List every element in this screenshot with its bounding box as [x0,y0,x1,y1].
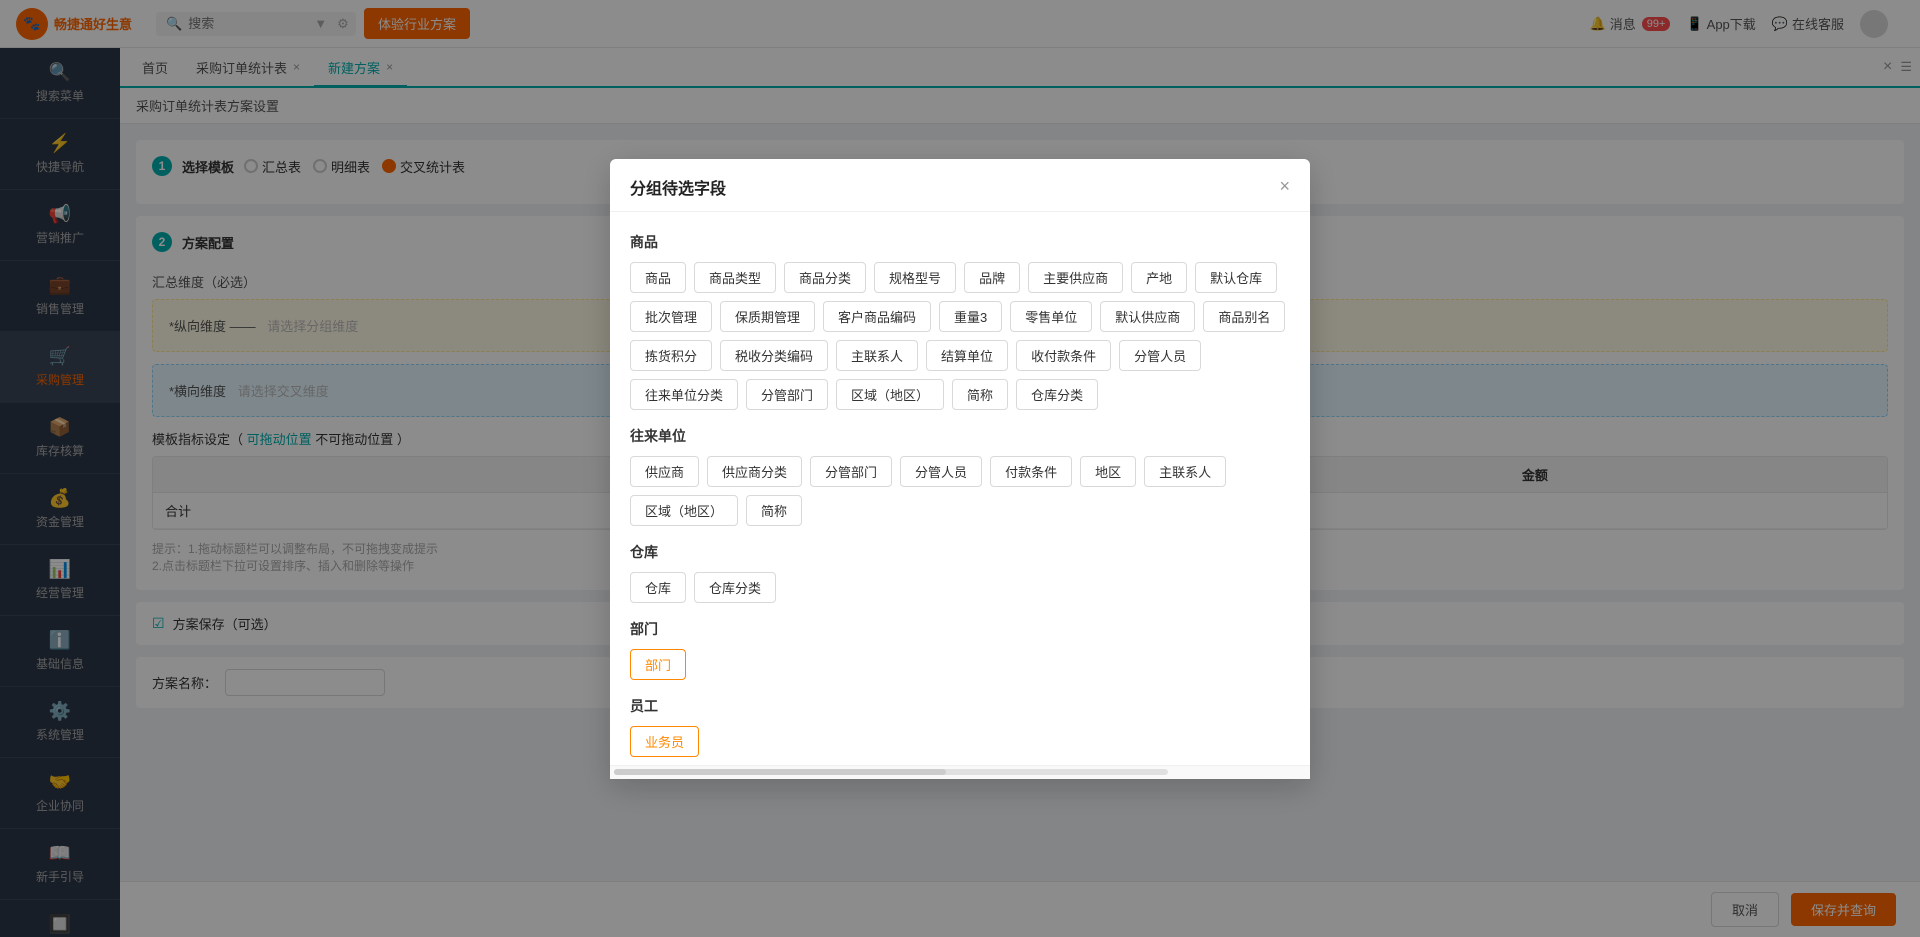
field-unit-category[interactable]: 往来单位分类 [630,379,738,410]
field-warehouse[interactable]: 仓库 [630,572,686,603]
field-main-contact[interactable]: 主联系人 [836,340,918,371]
hscrollbar-track [614,769,1168,775]
field-goods-category[interactable]: 商品分类 [784,262,866,293]
field-pick-score[interactable]: 拣货积分 [630,340,712,371]
warehouse-field-group: 仓库 仓库分类 [630,572,1290,603]
field-dept-manage[interactable]: 分管部门 [746,379,828,410]
section-staff-title: 员工 [630,696,1290,716]
field-brand[interactable]: 品牌 [964,262,1020,293]
field-payment-terms[interactable]: 收付款条件 [1016,340,1111,371]
section-goods-title: 商品 [630,232,1290,252]
field-default-supplier[interactable]: 默认供应商 [1100,301,1195,332]
section-warehouse-title: 仓库 [630,542,1290,562]
field-warehouse-type[interactable]: 仓库分类 [694,572,776,603]
field-payment-condition[interactable]: 付款条件 [990,456,1072,487]
section-partner: 往来单位 供应商 供应商分类 分管部门 分管人员 付款条件 地区 主联系人 区域… [630,426,1290,526]
field-tax-code[interactable]: 税收分类编码 [720,340,828,371]
field-salesperson[interactable]: 业务员 [630,726,699,757]
field-goods-type[interactable]: 商品类型 [694,262,776,293]
field-short-name[interactable]: 简称 [952,379,1008,410]
section-dept-title: 部门 [630,619,1290,639]
field-partner-short[interactable]: 简称 [746,495,802,526]
field-settlement-unit[interactable]: 结算单位 [926,340,1008,371]
hscrollbar-thumb [614,769,946,775]
modal-hscrollbar[interactable] [610,765,1310,778]
modal-header: 分组待选字段 × [610,159,1310,212]
modal-body: 商品 商品 商品类型 商品分类 规格型号 品牌 主要供应商 产地 默认仓库 批次… [610,212,1310,766]
modal: 分组待选字段 × 商品 商品 商品类型 商品分类 规格型号 品牌 主要供应商 产… [610,159,1310,779]
field-department[interactable]: 部门 [630,649,686,680]
field-spec-type[interactable]: 规格型号 [874,262,956,293]
field-weight3[interactable]: 重量3 [939,301,1002,332]
dept-field-group: 部门 [630,649,1290,680]
field-manager[interactable]: 分管人员 [1119,340,1201,371]
field-origin[interactable]: 产地 [1131,262,1187,293]
field-retail-unit[interactable]: 零售单位 [1010,301,1092,332]
modal-title: 分组待选字段 [630,175,726,199]
field-partner-dept[interactable]: 分管部门 [810,456,892,487]
field-region[interactable]: 区域（地区） [836,379,944,410]
field-goods[interactable]: 商品 [630,262,686,293]
field-area[interactable]: 地区 [1080,456,1136,487]
section-goods: 商品 商品 商品类型 商品分类 规格型号 品牌 主要供应商 产地 默认仓库 批次… [630,232,1290,410]
field-partner-manager[interactable]: 分管人员 [900,456,982,487]
section-staff: 员工 业务员 [630,696,1290,757]
goods-field-group: 商品 商品类型 商品分类 规格型号 品牌 主要供应商 产地 默认仓库 批次管理 … [630,262,1290,410]
modal-close-button[interactable]: × [1279,176,1290,197]
section-warehouse: 仓库 仓库 仓库分类 [630,542,1290,603]
field-quality-manage[interactable]: 保质期管理 [720,301,815,332]
field-partner-region[interactable]: 区域（地区） [630,495,738,526]
staff-field-group: 业务员 [630,726,1290,757]
field-supplier-category[interactable]: 供应商分类 [707,456,802,487]
field-supplier[interactable]: 供应商 [630,456,699,487]
section-partner-title: 往来单位 [630,426,1290,446]
field-default-warehouse[interactable]: 默认仓库 [1195,262,1277,293]
field-main-supplier[interactable]: 主要供应商 [1028,262,1123,293]
field-customer-code[interactable]: 客户商品编码 [823,301,931,332]
field-warehouse-category[interactable]: 仓库分类 [1016,379,1098,410]
field-goods-alias[interactable]: 商品别名 [1203,301,1285,332]
section-dept: 部门 部门 [630,619,1290,680]
field-partner-contact[interactable]: 主联系人 [1144,456,1226,487]
field-batch-manage[interactable]: 批次管理 [630,301,712,332]
partner-field-group: 供应商 供应商分类 分管部门 分管人员 付款条件 地区 主联系人 区域（地区） … [630,456,1290,526]
modal-overlay[interactable]: 分组待选字段 × 商品 商品 商品类型 商品分类 规格型号 品牌 主要供应商 产… [0,0,1920,937]
